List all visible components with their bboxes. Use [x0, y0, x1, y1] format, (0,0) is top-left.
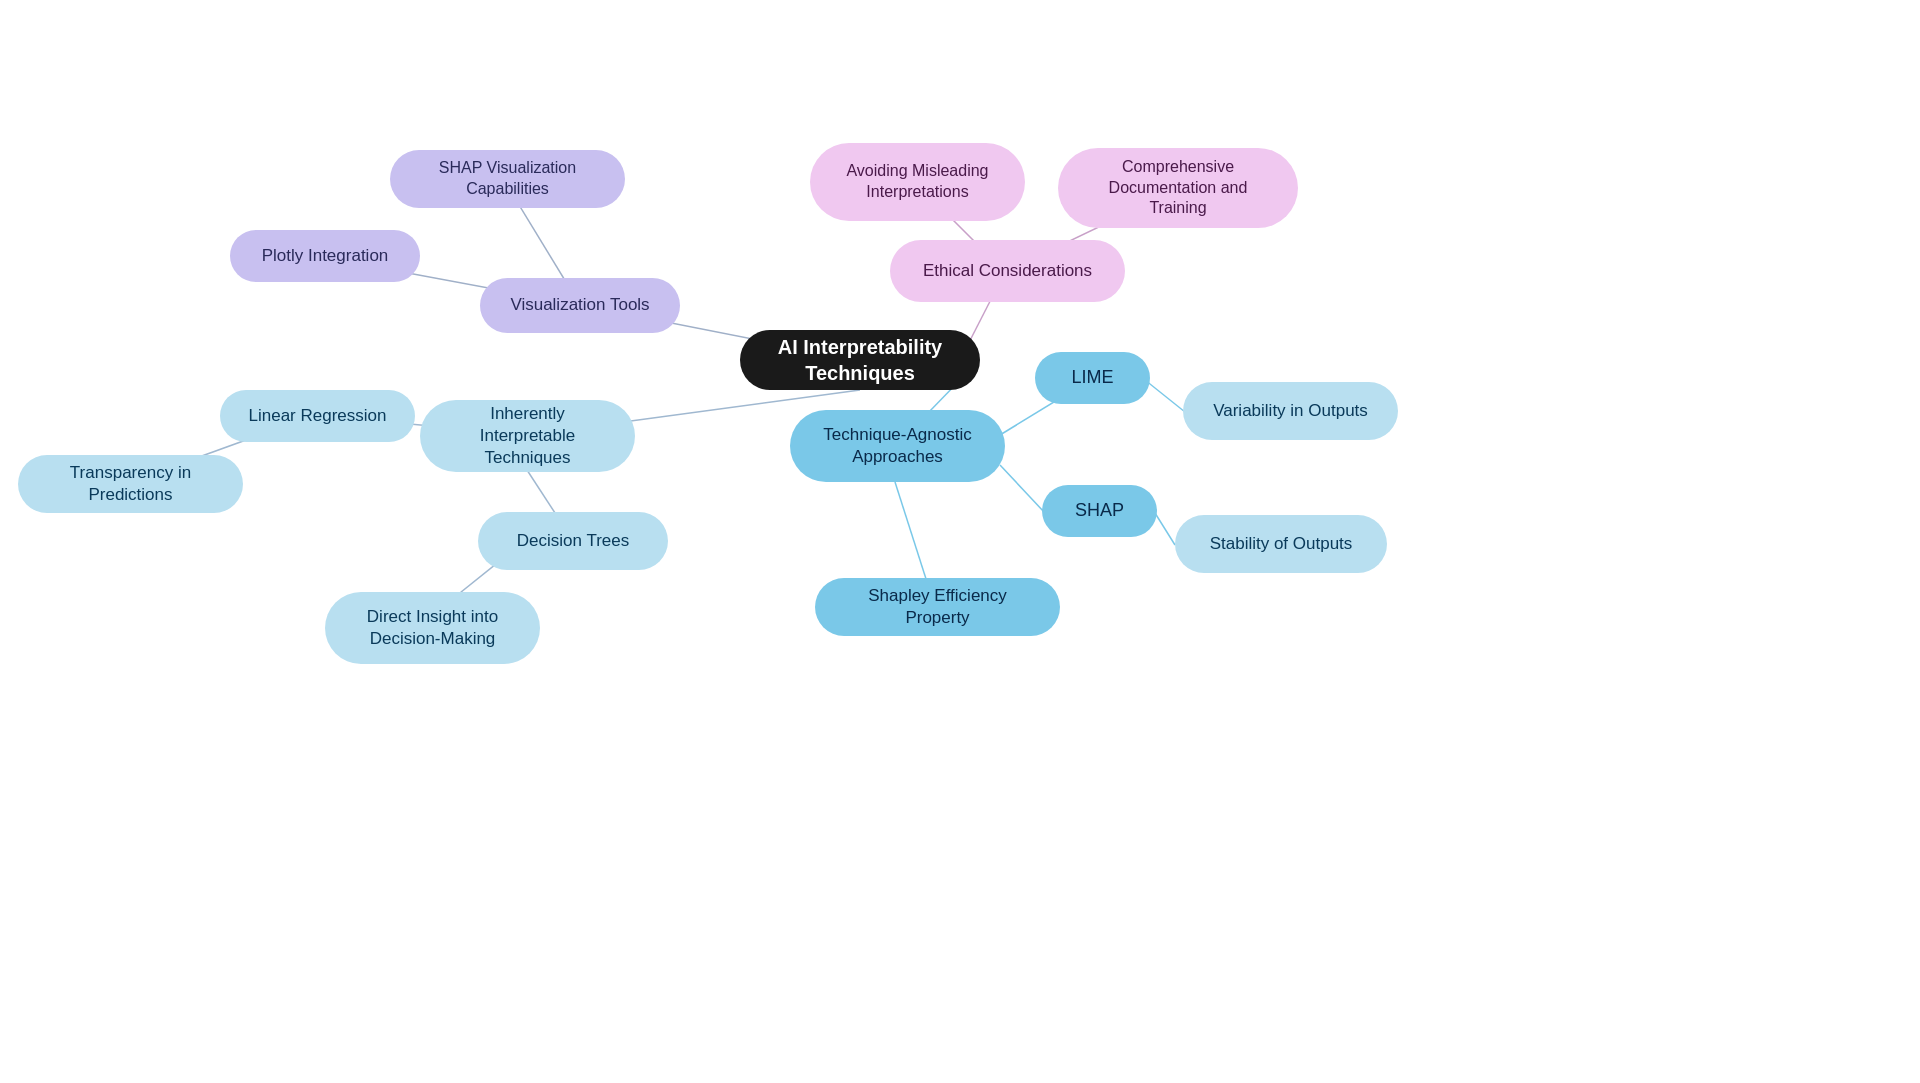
node-label: Direct Insight into Decision-Making — [347, 606, 518, 650]
node-shap-viz: SHAP Visualization Capabilities — [390, 150, 625, 208]
node-comprehensive: Comprehensive Documentation and Training — [1058, 148, 1298, 228]
node-label: Linear Regression — [249, 405, 387, 427]
node-label: Technique-Agnostic Approaches — [812, 424, 983, 468]
node-transparency: Transparency in Predictions — [18, 455, 243, 513]
node-label: Plotly Integration — [262, 245, 389, 267]
node-label: Transparency in Predictions — [40, 462, 221, 506]
node-label: SHAP — [1075, 499, 1124, 522]
svg-line-15 — [1155, 513, 1175, 545]
node-label: Decision Trees — [517, 530, 629, 552]
center-node: AI Interpretability Techniques — [740, 330, 980, 390]
node-shapley: Shapley Efficiency Property — [815, 578, 1060, 636]
node-decision-trees: Decision Trees — [478, 512, 668, 570]
node-lime: LIME — [1035, 352, 1150, 404]
node-label: Visualization Tools — [510, 294, 649, 316]
node-shap: SHAP — [1042, 485, 1157, 537]
node-label: Shapley Efficiency Property — [837, 585, 1038, 629]
node-visualization-tools: Visualization Tools — [480, 278, 680, 333]
node-label: Inherently Interpretable Techniques — [442, 403, 613, 469]
node-avoid-misleading: Avoiding Misleading Interpretations — [810, 143, 1025, 221]
node-ethical: Ethical Considerations — [890, 240, 1125, 302]
node-label: SHAP Visualization Capabilities — [412, 158, 603, 200]
node-label: Variability in Outputs — [1213, 400, 1368, 422]
node-label: Comprehensive Documentation and Training — [1080, 157, 1276, 219]
node-stability: Stability of Outputs — [1175, 515, 1387, 573]
node-plotly: Plotly Integration — [230, 230, 420, 282]
node-label: Stability of Outputs — [1210, 533, 1353, 555]
node-inherent: Inherently Interpretable Techniques — [420, 400, 635, 472]
svg-line-14 — [1000, 465, 1045, 513]
node-technique-agnostic: Technique-Agnostic Approaches — [790, 410, 1005, 482]
node-label: Avoiding Misleading Interpretations — [832, 161, 1003, 203]
node-label: Ethical Considerations — [923, 260, 1092, 282]
svg-line-13 — [1145, 380, 1185, 412]
node-label: LIME — [1071, 366, 1113, 389]
node-linear-regression: Linear Regression — [220, 390, 415, 442]
node-variability: Variability in Outputs — [1183, 382, 1398, 440]
node-direct-insight: Direct Insight into Decision-Making — [325, 592, 540, 664]
